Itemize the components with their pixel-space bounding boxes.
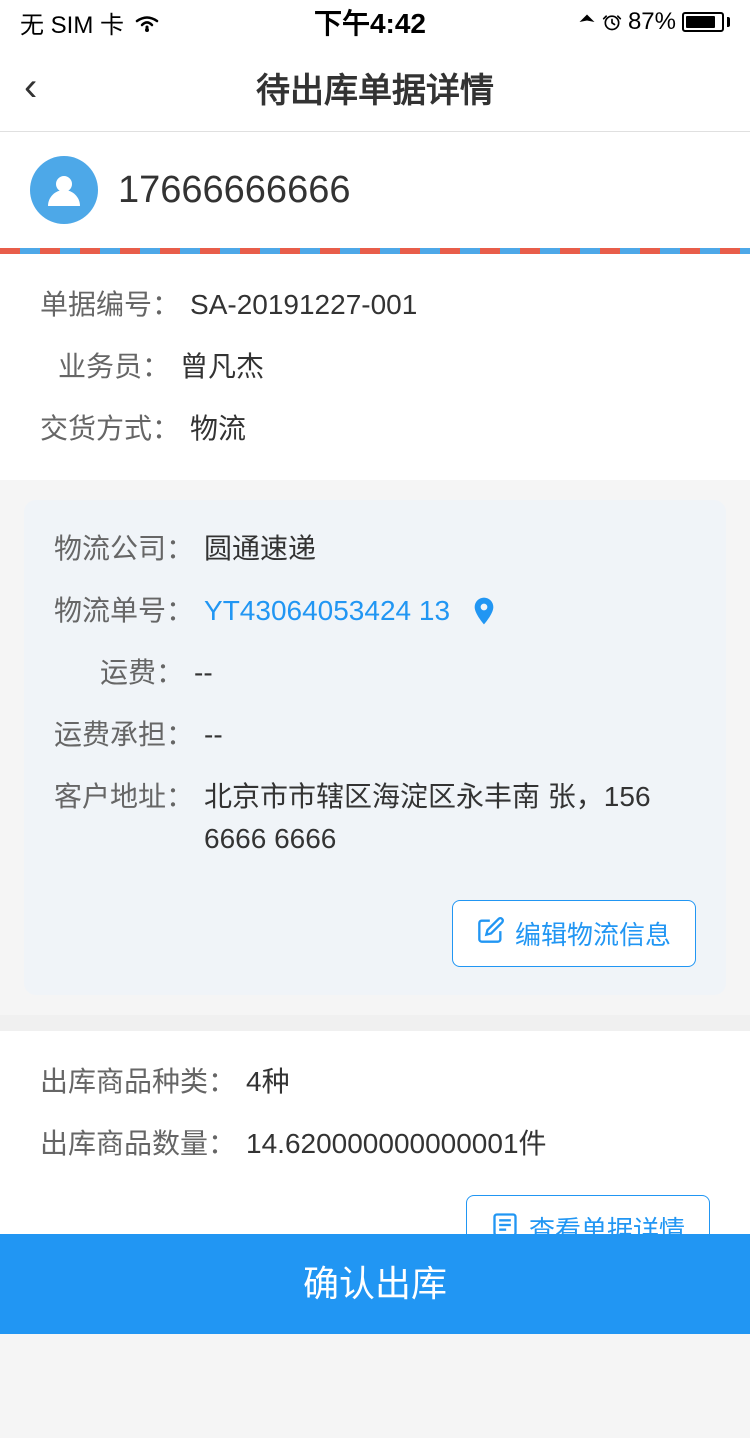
- delivery-method-row: 交货方式： 物流: [40, 408, 710, 450]
- agent-row: 业务员： 曾凡杰: [40, 346, 710, 388]
- delivery-method-value: 物流: [190, 408, 710, 450]
- edit-logistics-label: 编辑物流信息: [515, 915, 671, 952]
- tracking-row: 物流单号： YT43064053424 13: [54, 590, 696, 632]
- avatar: [30, 156, 98, 224]
- logistics-company-value: 圆通速递: [204, 528, 696, 570]
- freight-row: 运费： --: [54, 652, 696, 694]
- goods-types-row: 出库商品种类： 4种: [40, 1061, 710, 1103]
- alarm-icon: [602, 12, 622, 32]
- user-header: 17666666666: [0, 132, 750, 248]
- logistics-company-row: 物流公司： 圆通速递: [54, 528, 696, 570]
- edit-icon: [477, 916, 505, 951]
- tracking-location-icon[interactable]: [466, 593, 502, 629]
- address-row: 客户地址： 北京市市辖区海淀区永丰南 张，156 6666 6666: [54, 776, 696, 860]
- status-time: 下午4:42: [314, 2, 426, 42]
- freight-bearer-value: --: [204, 714, 696, 756]
- wifi-icon: [132, 11, 162, 33]
- confirm-button[interactable]: 确认出库: [0, 1234, 750, 1334]
- battery-icon: [682, 12, 730, 32]
- section-separator: [0, 1015, 750, 1031]
- doc-number-value: SA-20191227-001: [190, 284, 710, 326]
- status-bar: 无 SIM 卡 下午4:42 87%: [0, 0, 750, 44]
- doc-info-section: 单据编号： SA-20191227-001 业务员： 曾凡杰 交货方式： 物流: [0, 254, 750, 480]
- agent-value: 曾凡杰: [180, 346, 710, 388]
- agent-label: 业务员：: [40, 346, 170, 388]
- freight-bearer-row: 运费承担： --: [54, 714, 696, 756]
- goods-types-label: 出库商品种类：: [40, 1061, 236, 1103]
- user-phone: 17666666666: [118, 169, 350, 212]
- goods-quantity-label: 出库商品数量：: [40, 1123, 236, 1165]
- goods-quantity-value: 14.620000000000001件: [246, 1123, 710, 1165]
- status-left: 无 SIM 卡: [20, 5, 162, 40]
- address-label: 客户地址：: [54, 776, 194, 818]
- logistics-section: 物流公司： 圆通速递 物流单号： YT43064053424 13 运费： --…: [24, 500, 726, 995]
- logistics-company-label: 物流公司：: [54, 528, 194, 570]
- freight-bearer-label: 运费承担：: [54, 714, 194, 756]
- delivery-method-label: 交货方式：: [40, 408, 180, 450]
- status-right: 87%: [578, 8, 730, 36]
- carrier-label: 无 SIM 卡: [20, 5, 124, 40]
- back-button[interactable]: ‹: [24, 65, 37, 110]
- edit-btn-row: 编辑物流信息: [54, 880, 696, 967]
- page-title: 待出库单据详情: [256, 63, 494, 112]
- location-icon: [578, 13, 596, 31]
- battery-percent: 87%: [628, 8, 676, 36]
- nav-bar: ‹ 待出库单据详情: [0, 44, 750, 132]
- tracking-label: 物流单号：: [54, 590, 194, 632]
- goods-types-value: 4种: [246, 1061, 710, 1103]
- tracking-number: YT43064053424 13: [204, 590, 450, 632]
- freight-label: 运费：: [54, 652, 184, 694]
- freight-value: --: [194, 652, 696, 694]
- address-value: 北京市市辖区海淀区永丰南 张，156 6666 6666: [204, 776, 696, 860]
- user-icon: [42, 168, 86, 212]
- doc-number-row: 单据编号： SA-20191227-001: [40, 284, 710, 326]
- edit-logistics-button[interactable]: 编辑物流信息: [452, 900, 696, 967]
- doc-number-label: 单据编号：: [40, 284, 180, 326]
- goods-quantity-row: 出库商品数量： 14.620000000000001件: [40, 1123, 710, 1165]
- tracking-value: YT43064053424 13: [204, 590, 696, 632]
